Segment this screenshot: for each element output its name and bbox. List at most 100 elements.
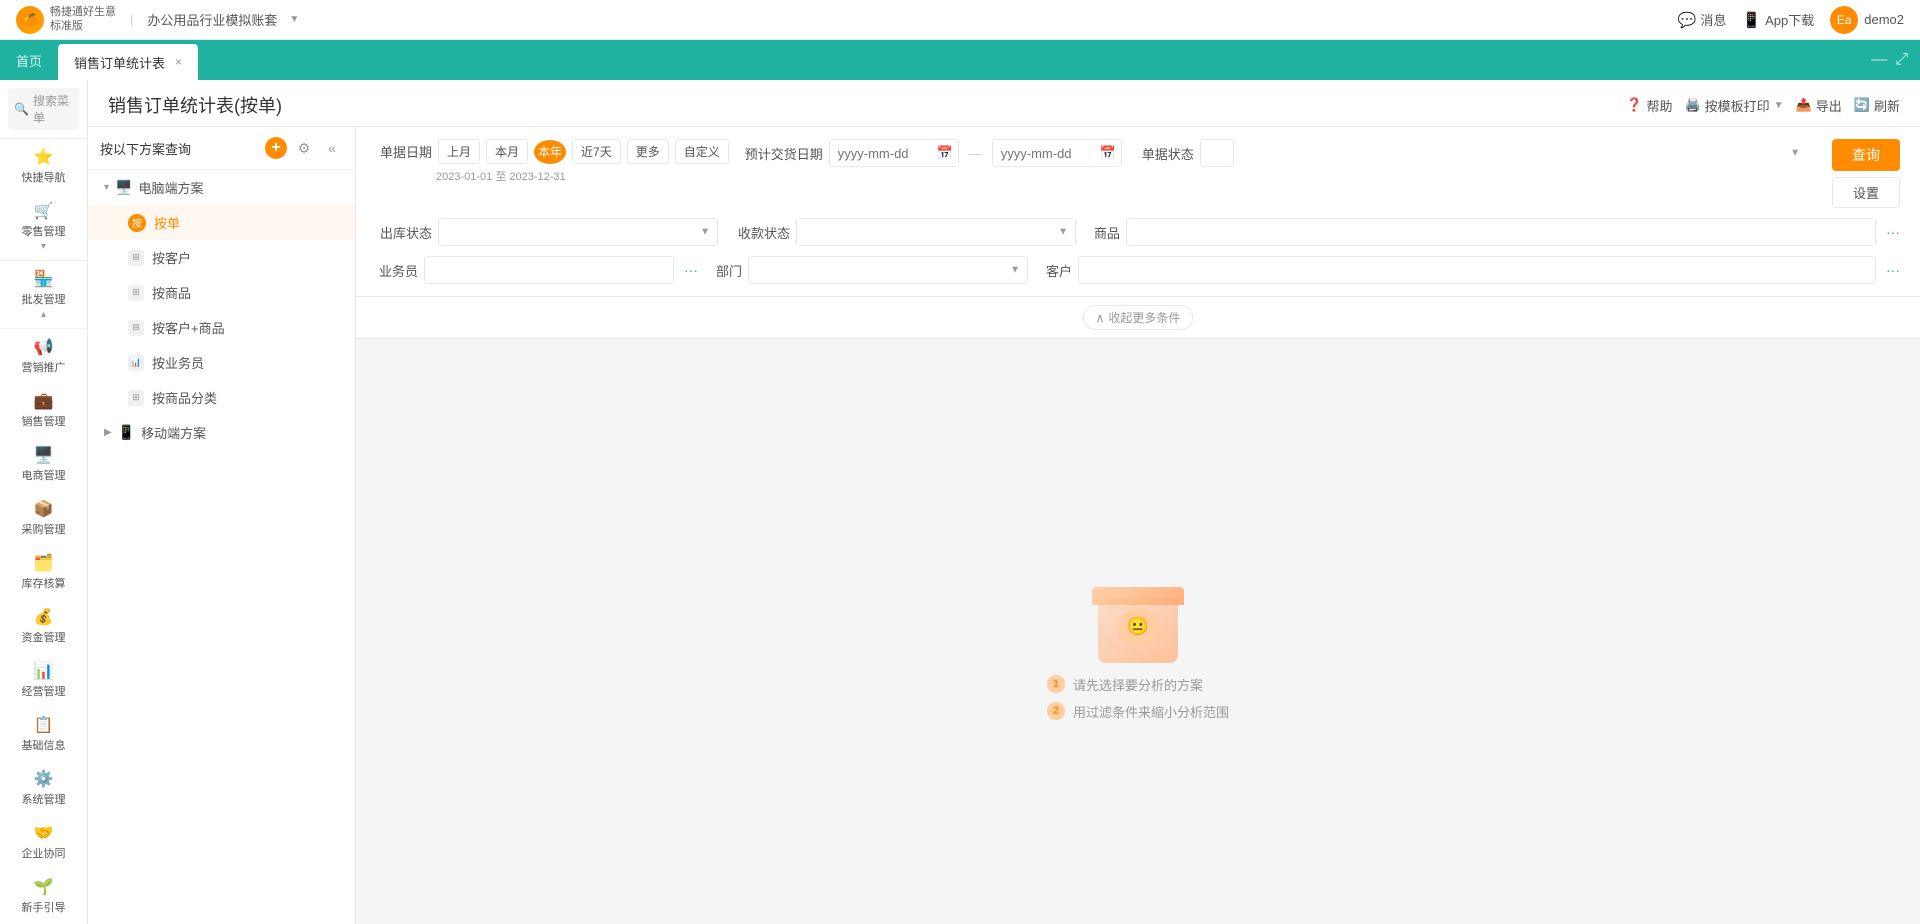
left-panel-title: 按以下方案查询 xyxy=(100,139,191,158)
customer-label: 客户 xyxy=(1044,261,1072,280)
department-group: 部门 xyxy=(714,256,1028,284)
customer-input[interactable] xyxy=(1078,256,1876,284)
tree: ▾ 🖥️ 电脑端方案 按 按单 ⊞ 按客户 ⊞ 按商品 xyxy=(88,170,355,450)
hint-num-1: 1 xyxy=(1047,675,1065,693)
tab-home[interactable]: 首页 xyxy=(0,40,58,80)
main-layout: 🔍 搜索菜单 ⭐ 快捷导航 🛒 零售管理 ▾ 🏪 批发管理 ▴ 📢 营销 xyxy=(0,80,1920,924)
sidebar-item-ecommerce[interactable]: 🖥️ 电商管理 xyxy=(0,437,87,491)
logo-text: 畅捷通好生意 标准版 xyxy=(50,6,116,32)
expected-date-from-input[interactable] xyxy=(829,139,959,167)
tab-minimize-icon[interactable]: — xyxy=(1871,51,1887,69)
sidebar-item-sales[interactable]: 💼 销售管理 xyxy=(0,383,87,437)
operations-label: 经营管理 xyxy=(22,683,66,699)
tab-bar: 首页 销售订单统计表 × — ⤢ xyxy=(0,40,1920,80)
sidebar-item-system[interactable]: ⚙️ 系统管理 xyxy=(0,761,87,815)
status-select[interactable] xyxy=(1200,139,1234,167)
refresh-button[interactable]: 🔄 刷新 xyxy=(1854,96,1900,115)
department-select[interactable] xyxy=(748,256,1028,284)
tree-parent-desktop[interactable]: ▾ 🖥️ 电脑端方案 xyxy=(88,170,355,205)
tab-close-icon[interactable]: × xyxy=(175,55,182,69)
left-panel-settings-button[interactable]: ⚙ xyxy=(293,137,315,159)
date-btn-thisyear[interactable]: 本年 xyxy=(534,140,566,164)
left-panel-add-button[interactable]: + xyxy=(265,137,287,159)
out-status-select[interactable] xyxy=(438,218,718,246)
tree-label-category: 按商品分类 xyxy=(152,388,217,407)
sidebar-item-enterprise[interactable]: 🤝 企业协同 xyxy=(0,815,87,869)
search-menu-button[interactable]: 🔍 搜索菜单 xyxy=(8,88,79,130)
finance-icon: 💰 xyxy=(34,607,54,627)
sidebar-item-shortcut[interactable]: ⭐ 快捷导航 xyxy=(0,139,87,193)
active-tab-label: 销售订单统计表 xyxy=(74,53,165,72)
empty-box-lid xyxy=(1092,587,1184,605)
sidebar-item-operations[interactable]: 📊 经营管理 xyxy=(0,653,87,707)
tab-maximize-icon[interactable]: ⤢ xyxy=(1895,51,1908,69)
retail-arrow: ▾ xyxy=(41,241,46,252)
logo-text-line2: 标准版 xyxy=(50,20,116,33)
tree-item-by-order[interactable]: 按 按单 xyxy=(88,205,355,240)
tree-item-by-category[interactable]: ⊞ 按商品分类 xyxy=(88,380,355,415)
sidebar-item-finance[interactable]: 💰 资金管理 xyxy=(0,599,87,653)
filter-row-2: 出库状态 收款状态 xyxy=(376,218,1900,246)
date-btn-7days[interactable]: 近7天 xyxy=(572,139,621,164)
help-button[interactable]: ❓ 帮助 xyxy=(1626,96,1672,115)
tree-parent-mobile[interactable]: ▶ 📱 移动端方案 xyxy=(88,415,355,450)
enterprise-icon: 🤝 xyxy=(34,823,54,843)
date-btn-custom[interactable]: 自定义 xyxy=(675,139,729,164)
salesperson-more-icon[interactable]: ··· xyxy=(684,262,698,278)
tree-parent-icon: 🖥️ xyxy=(115,179,132,196)
sidebar-item-basic[interactable]: 📋 基础信息 xyxy=(0,707,87,761)
sales-icon: 💼 xyxy=(34,391,54,411)
help-icon: ❓ xyxy=(1626,97,1642,113)
user-area[interactable]: Ea demo2 xyxy=(1830,6,1904,34)
date-btn-lastmonth[interactable]: 上月 xyxy=(438,139,480,164)
customer-more-icon[interactable]: ··· xyxy=(1886,262,1900,278)
tree-item-by-goods[interactable]: ⊞ 按商品 xyxy=(88,275,355,310)
expected-date-group: 预计交货日期 📅 — 📅 xyxy=(745,139,1122,167)
enterprise-label: 企业协同 xyxy=(22,845,66,861)
sidebar-item-marketing[interactable]: 📢 营销推广 xyxy=(0,329,87,383)
empty-illustration: 😐 xyxy=(1068,543,1208,663)
system-label: 系统管理 xyxy=(22,791,66,807)
salesperson-input[interactable] xyxy=(424,256,674,284)
print-dropdown-icon[interactable]: ▼ xyxy=(1774,100,1784,111)
expected-date-label: 预计交货日期 xyxy=(745,144,823,163)
wholesale-icon: 🏪 xyxy=(34,269,54,289)
print-button[interactable]: 🖨️ 按模板打印 ▼ xyxy=(1684,96,1783,115)
home-tab-label: 首页 xyxy=(16,51,42,70)
sidebar-item-newbie[interactable]: 🌱 新手引导 xyxy=(0,869,87,923)
refresh-icon: 🔄 xyxy=(1854,97,1870,113)
tree-item-by-customer-goods[interactable]: ⊞ 按客户+商品 xyxy=(88,310,355,345)
department-label: 部门 xyxy=(714,261,742,280)
out-status-wrap xyxy=(438,218,718,246)
dropdown-icon[interactable]: ▼ xyxy=(289,14,299,25)
tree-mobile-arrow: ▶ xyxy=(104,427,112,438)
tree-item-by-customer[interactable]: ⊞ 按客户 xyxy=(88,240,355,275)
tree-icon-cust-goods: ⊞ xyxy=(128,320,144,336)
date-btn-more[interactable]: 更多 xyxy=(627,139,669,164)
app-download-button[interactable]: 📱 App下载 xyxy=(1742,10,1814,29)
goods-input[interactable] xyxy=(1126,218,1876,246)
tree-item-by-salesperson[interactable]: 📊 按业务员 xyxy=(88,345,355,380)
sidebar-item-purchase[interactable]: 📦 采购管理 xyxy=(0,491,87,545)
tab-active[interactable]: 销售订单统计表 × xyxy=(58,44,198,80)
expected-date-to-input[interactable] xyxy=(992,139,1122,167)
collapse-button[interactable]: ∧ 收起更多条件 xyxy=(1083,305,1194,330)
query-button[interactable]: 查询 xyxy=(1832,139,1900,171)
status-select-wrap xyxy=(1200,139,1808,167)
left-panel-collapse-button[interactable]: « xyxy=(321,137,343,159)
message-button[interactable]: 💬 消息 xyxy=(1678,10,1727,29)
left-panel: 按以下方案查询 + ⚙ « ▾ 🖥️ 电脑端方案 按 xyxy=(88,127,356,924)
receive-status-select[interactable] xyxy=(796,218,1076,246)
filter-settings-button[interactable]: 设置 xyxy=(1832,177,1900,208)
wholesale-arrow: ▴ xyxy=(41,309,46,320)
hint-text-2: 用过滤条件来缩小分析范围 xyxy=(1073,702,1229,721)
hint-text-1: 请先选择要分析的方案 xyxy=(1073,675,1203,694)
sidebar-item-wholesale[interactable]: 🏪 批发管理 ▴ xyxy=(0,261,87,328)
date-btn-thismonth[interactable]: 本月 xyxy=(486,139,528,164)
search-icon: 🔍 xyxy=(14,102,29,116)
export-button[interactable]: 📤 导出 xyxy=(1796,96,1842,115)
goods-more-icon[interactable]: ··· xyxy=(1886,224,1900,240)
sidebar-item-retail[interactable]: 🛒 零售管理 ▾ xyxy=(0,193,87,260)
filter-area: 单据日期 上月 本月 本年 近7天 更多 自定义 2023-01-01 至 20… xyxy=(356,127,1920,297)
sidebar-item-inventory[interactable]: 🗂️ 库存核算 xyxy=(0,545,87,599)
